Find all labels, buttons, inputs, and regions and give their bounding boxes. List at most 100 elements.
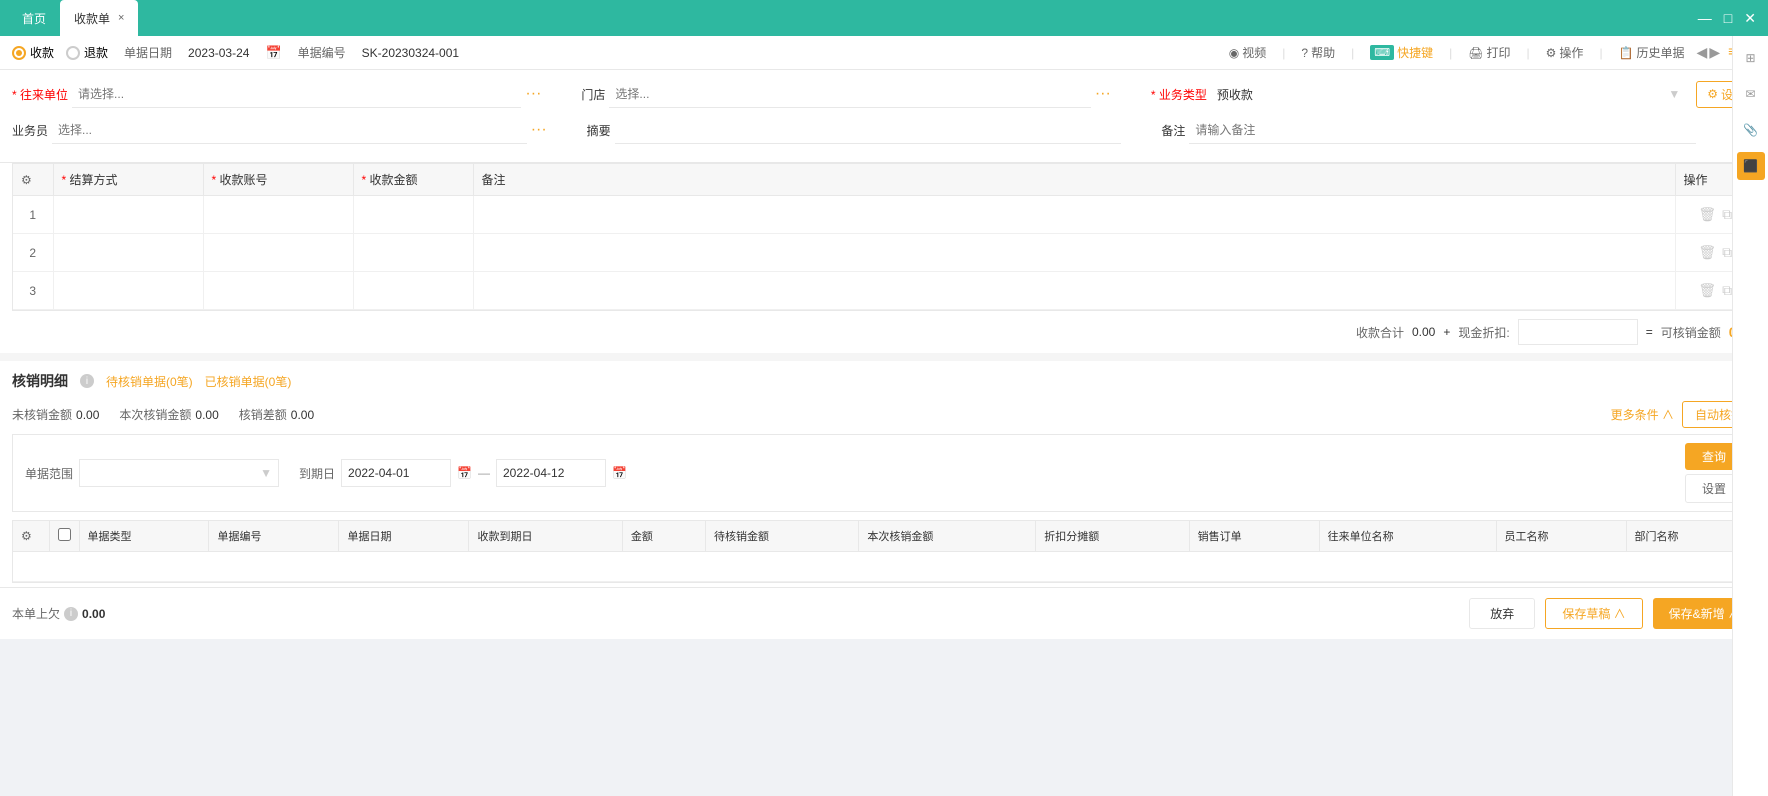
tab-receipt[interactable]: 收款单 × xyxy=(60,0,138,36)
settlement-3[interactable] xyxy=(53,272,203,310)
table-header: ⚙ 结算方式 收款账号 收款金额 备注 操作 xyxy=(13,164,1755,196)
account-1[interactable] xyxy=(203,196,353,234)
cash-discount-label: 现金折扣: xyxy=(1458,324,1509,341)
receipt-radio-dot xyxy=(12,46,26,60)
save-draft-btn[interactable]: 保存草稿 ∧ xyxy=(1545,598,1642,629)
range-select[interactable]: ▼ xyxy=(79,459,279,487)
salesperson-label: 业务员 xyxy=(12,122,48,139)
help-btn[interactable]: ? 帮助 xyxy=(1297,42,1339,63)
bth-counterparty: 往来单位名称 xyxy=(1319,521,1496,552)
completed-link[interactable]: 已核销单据(0笔) xyxy=(205,373,292,390)
note-2[interactable] xyxy=(473,234,1675,272)
settlement-2[interactable] xyxy=(53,234,203,272)
account-2[interactable] xyxy=(203,234,353,272)
current-page-value: 0.00 xyxy=(82,607,105,621)
video-btn[interactable]: ◉ 视频 xyxy=(1225,42,1271,63)
receipt-radio[interactable]: 收款 xyxy=(12,44,54,61)
operation-btn[interactable]: ⚙ 操作 xyxy=(1542,42,1588,63)
cal-to-icon[interactable]: 📅 xyxy=(612,466,627,480)
shortcut-btn[interactable]: ⌨ 快捷键 xyxy=(1366,42,1437,63)
refund-radio-dot xyxy=(66,46,80,60)
bth-settings: ⚙ xyxy=(13,521,49,552)
date-to-input[interactable] xyxy=(496,459,606,487)
bth-amount: 金额 xyxy=(622,521,705,552)
video-icon: ◉ xyxy=(1229,46,1239,60)
copy-row-2-icon[interactable]: ⧉ xyxy=(1722,244,1732,261)
date-from-input[interactable] xyxy=(341,459,451,487)
store-input[interactable] xyxy=(609,80,1090,108)
select-all-checkbox[interactable] xyxy=(58,528,71,541)
stats-filter-row: 未核销金额 0.00 本次核销金额 0.00 核销差额 0.00 更多条件 ∧ … xyxy=(0,397,1768,434)
refund-radio[interactable]: 退款 xyxy=(66,44,108,61)
panel-screen-icon[interactable]: ⬛ xyxy=(1737,152,1765,180)
counterparty-label: 往来单位 xyxy=(12,86,68,103)
summary-label: 摘要 xyxy=(587,122,611,139)
summary-input[interactable] xyxy=(615,116,1122,144)
uncancelled-value: 0.00 xyxy=(76,408,99,422)
amount-1[interactable] xyxy=(353,196,473,234)
close-tab-icon[interactable]: × xyxy=(118,12,124,24)
counterparty-more-btn[interactable]: ··· xyxy=(525,85,541,103)
note-1[interactable] xyxy=(473,196,1675,234)
salesperson-more-btn[interactable]: ··· xyxy=(531,121,547,139)
footer-info-icon[interactable]: i xyxy=(64,607,78,621)
print-btn[interactable]: 🖨 打印 xyxy=(1464,42,1514,63)
nav-arrows: ◀ ▶ xyxy=(1697,44,1721,61)
counterparty-input[interactable] xyxy=(72,80,521,108)
amount-3[interactable] xyxy=(353,272,473,310)
copy-row-1-icon[interactable]: ⧉ xyxy=(1722,206,1732,223)
info-icon[interactable]: i xyxy=(80,374,94,388)
bottom-gear-icon[interactable]: ⚙ xyxy=(21,529,32,543)
panel-table-icon[interactable]: ⊞ xyxy=(1737,44,1765,72)
history-icon: 📋 xyxy=(1619,46,1634,60)
bill-no-value: SK-20230324-001 xyxy=(362,46,459,60)
abandon-btn[interactable]: 放弃 xyxy=(1469,598,1535,629)
prev-arrow[interactable]: ◀ xyxy=(1697,44,1708,61)
form-row-1: 往来单位 ··· 门店 ··· 业务类型 预收款 ▼ xyxy=(12,80,1756,108)
amount-2[interactable] xyxy=(353,234,473,272)
remark-input[interactable] xyxy=(1189,116,1696,144)
account-3[interactable] xyxy=(203,272,353,310)
bottom-table: ⚙ 单据类型 单据编号 单据日期 收款到期日 金额 待核销金额 本次核销金额 折… xyxy=(13,521,1755,582)
delete-row-1-icon[interactable]: 🗑 xyxy=(1698,206,1716,223)
delete-row-2-icon[interactable]: 🗑 xyxy=(1698,244,1716,261)
diff-stat: 核销差额 0.00 xyxy=(239,406,314,423)
diff-value: 0.00 xyxy=(291,408,314,422)
bth-collection-due: 收款到期日 xyxy=(469,521,622,552)
current-page-label: 本单上欠 xyxy=(12,605,60,622)
pending-link[interactable]: 待核销单据(0笔) xyxy=(106,373,193,390)
salesperson-input[interactable] xyxy=(52,116,527,144)
settlement-1[interactable] xyxy=(53,196,203,234)
bth-bill-date: 单据日期 xyxy=(339,521,469,552)
delete-row-3-icon[interactable]: 🗑 xyxy=(1698,282,1716,299)
panel-clip-icon[interactable]: 📎 xyxy=(1737,116,1765,144)
calendar-icon[interactable]: 📅 xyxy=(265,45,281,61)
copy-row-3-icon[interactable]: ⧉ xyxy=(1722,282,1732,299)
cash-discount-input[interactable] xyxy=(1518,319,1638,345)
note-3[interactable] xyxy=(473,272,1675,310)
store-more-btn[interactable]: ··· xyxy=(1095,85,1111,103)
cal-from-icon[interactable]: 📅 xyxy=(457,466,472,480)
maximize-btn[interactable]: □ xyxy=(1724,10,1732,27)
bill-date-value: 2023-03-24 xyxy=(188,46,249,60)
counterparty-field: 往来单位 ··· xyxy=(12,80,541,108)
salesperson-field: 业务员 ··· xyxy=(12,116,547,144)
bth-current: 本次核销金额 xyxy=(859,521,1036,552)
close-btn[interactable]: ✕ xyxy=(1744,10,1756,27)
minimize-btn[interactable]: — xyxy=(1698,10,1712,27)
business-type-arrow[interactable]: ▼ xyxy=(1668,87,1680,101)
bth-bill-type: 单据类型 xyxy=(79,521,209,552)
more-filter-btn[interactable]: 更多条件 ∧ xyxy=(1611,406,1674,423)
panel-mail-icon[interactable]: ✉ xyxy=(1737,80,1765,108)
th-settings: ⚙ xyxy=(13,164,53,196)
receipt-label: 收款 xyxy=(30,44,54,61)
row-num-2: 2 xyxy=(13,234,53,272)
history-btn[interactable]: 📋 历史单据 xyxy=(1615,42,1689,63)
tab-home[interactable]: 首页 xyxy=(8,0,60,36)
next-arrow[interactable]: ▶ xyxy=(1709,44,1720,61)
range-label: 单据范围 xyxy=(25,465,73,482)
table-gear-icon[interactable]: ⚙ xyxy=(21,173,32,187)
bth-sales-order: 销售订单 xyxy=(1189,521,1319,552)
th-amount: 收款金额 xyxy=(353,164,473,196)
due-date-label: 到期日 xyxy=(299,465,335,482)
